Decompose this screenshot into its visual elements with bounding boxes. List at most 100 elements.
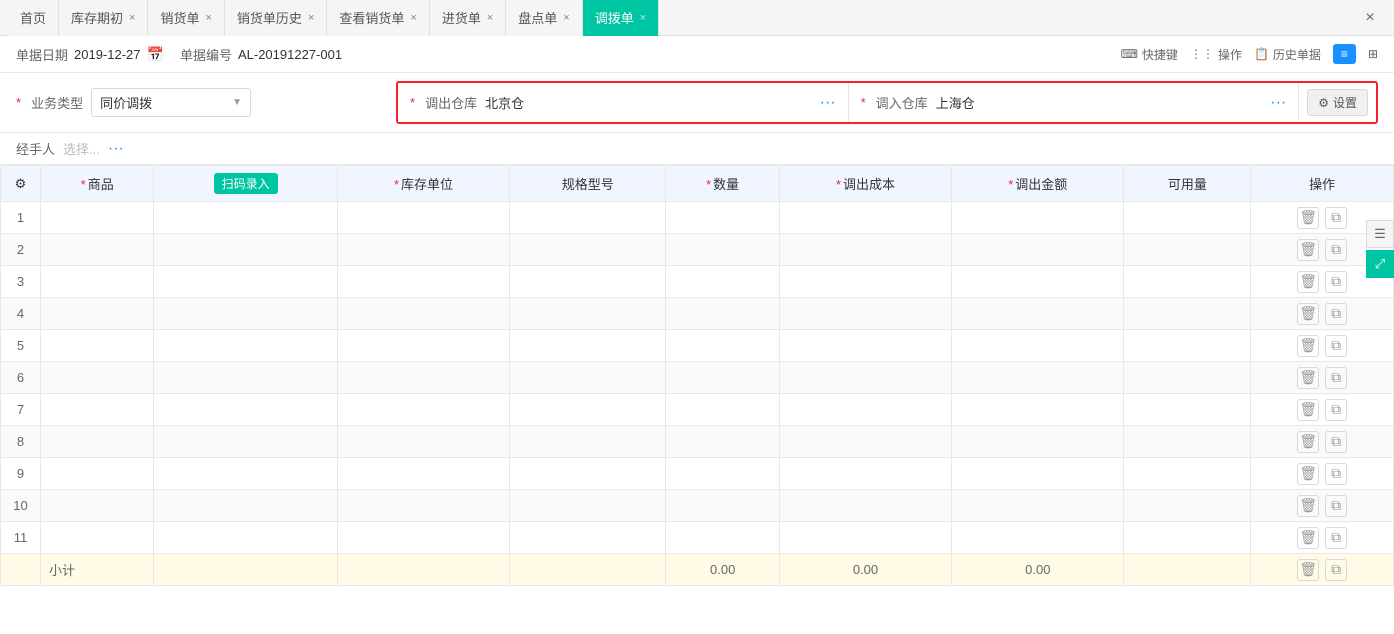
copy-icon-9[interactable]: ⧉ <box>1325 463 1347 485</box>
tab-sales-history-close[interactable]: × <box>308 12 314 24</box>
row-cost-2[interactable] <box>779 234 951 266</box>
table-container[interactable]: ⚙ 商品 扫码录入 库存单位 规格型号 数量 调出成本 调出金额 可用量 操作 … <box>0 165 1394 634</box>
tab-sales-order-close[interactable]: × <box>205 12 211 24</box>
delete-icon-3[interactable]: 🗑 <box>1297 271 1319 293</box>
row-amount-10[interactable] <box>952 490 1124 522</box>
delete-icon-7[interactable]: 🗑 <box>1297 399 1319 421</box>
row-cost-11[interactable] <box>779 522 951 554</box>
tab-purchase-order-close[interactable]: × <box>487 12 493 24</box>
warehouse-in-more-button[interactable]: ··· <box>1270 94 1286 112</box>
person-select[interactable]: 选择... <box>63 139 100 158</box>
row-quantity-2[interactable] <box>666 234 779 266</box>
row-quantity-3[interactable] <box>666 266 779 298</box>
tab-transfer-order-close[interactable]: × <box>640 12 646 24</box>
row-amount-6[interactable] <box>952 362 1124 394</box>
row-unit-1[interactable] <box>337 202 509 234</box>
row-product-1[interactable] <box>41 202 154 234</box>
row-cost-4[interactable] <box>779 298 951 330</box>
tab-inventory-init[interactable]: 库存期初 × <box>59 0 148 36</box>
row-unit-5[interactable] <box>337 330 509 362</box>
row-quantity-11[interactable] <box>666 522 779 554</box>
row-quantity-8[interactable] <box>666 426 779 458</box>
col-settings[interactable]: ⚙ <box>1 166 41 202</box>
tab-view-sales-close[interactable]: × <box>410 12 416 24</box>
row-amount-11[interactable] <box>952 522 1124 554</box>
copy-icon-8[interactable]: ⧉ <box>1325 431 1347 453</box>
row-unit-2[interactable] <box>337 234 509 266</box>
row-unit-4[interactable] <box>337 298 509 330</box>
row-amount-4[interactable] <box>952 298 1124 330</box>
row-spec-6[interactable] <box>510 362 666 394</box>
row-amount-9[interactable] <box>952 458 1124 490</box>
shortcut-button[interactable]: ⌨ 快捷键 <box>1121 46 1178 63</box>
copy-icon-7[interactable]: ⧉ <box>1325 399 1347 421</box>
row-spec-9[interactable] <box>510 458 666 490</box>
row-cost-6[interactable] <box>779 362 951 394</box>
row-spec-1[interactable] <box>510 202 666 234</box>
row-quantity-7[interactable] <box>666 394 779 426</box>
copy-icon-4[interactable]: ⧉ <box>1325 303 1347 325</box>
row-product-2[interactable] <box>41 234 154 266</box>
delete-icon-6[interactable]: 🗑 <box>1297 367 1319 389</box>
row-quantity-9[interactable] <box>666 458 779 490</box>
row-unit-11[interactable] <box>337 522 509 554</box>
row-cost-8[interactable] <box>779 426 951 458</box>
tab-inventory-init-close[interactable]: × <box>129 12 135 24</box>
grid-button[interactable]: ⊞ <box>1368 47 1378 61</box>
delete-icon-10[interactable]: 🗑 <box>1297 495 1319 517</box>
history-button[interactable]: 📋 历史单据 <box>1254 46 1321 63</box>
business-type-select[interactable]: 同价调拨 ▼ <box>91 88 251 117</box>
row-product-6[interactable] <box>41 362 154 394</box>
row-amount-8[interactable] <box>952 426 1124 458</box>
copy-icon-6[interactable]: ⧉ <box>1325 367 1347 389</box>
row-cost-5[interactable] <box>779 330 951 362</box>
tab-inventory-check-close[interactable]: × <box>563 12 569 24</box>
copy-icon-5[interactable]: ⧉ <box>1325 335 1347 357</box>
delete-icon-4[interactable]: 🗑 <box>1297 303 1319 325</box>
row-unit-9[interactable] <box>337 458 509 490</box>
settings-gear-button[interactable]: ⚙ 设置 <box>1307 89 1368 116</box>
copy-icon-2[interactable]: ⧉ <box>1325 239 1347 261</box>
delete-icon-11[interactable]: 🗑 <box>1297 527 1319 549</box>
tab-view-sales[interactable]: 查看销货单 × <box>327 0 429 36</box>
tab-inventory-check[interactable]: 盘点单 × <box>506 0 582 36</box>
row-product-7[interactable] <box>41 394 154 426</box>
row-amount-7[interactable] <box>952 394 1124 426</box>
tab-purchase-order[interactable]: 进货单 × <box>430 0 506 36</box>
row-quantity-10[interactable] <box>666 490 779 522</box>
delete-icon-5[interactable]: 🗑 <box>1297 335 1319 357</box>
copy-icon-10[interactable]: ⧉ <box>1325 495 1347 517</box>
delete-icon-2[interactable]: 🗑 <box>1297 239 1319 261</box>
row-product-11[interactable] <box>41 522 154 554</box>
subtotal-copy-icon[interactable]: ⧉ <box>1325 559 1347 581</box>
row-spec-3[interactable] <box>510 266 666 298</box>
tab-home[interactable]: 首页 <box>8 0 59 36</box>
operation-button[interactable]: ⋮⋮ 操作 <box>1190 46 1242 63</box>
row-quantity-4[interactable] <box>666 298 779 330</box>
row-unit-8[interactable] <box>337 426 509 458</box>
row-cost-9[interactable] <box>779 458 951 490</box>
window-close-button[interactable]: × <box>1354 0 1386 36</box>
tab-sales-order[interactable]: 销货单 × <box>148 0 224 36</box>
row-spec-10[interactable] <box>510 490 666 522</box>
row-cost-1[interactable] <box>779 202 951 234</box>
delete-icon-1[interactable]: 🗑 <box>1297 207 1319 229</box>
row-amount-1[interactable] <box>952 202 1124 234</box>
row-amount-2[interactable] <box>952 234 1124 266</box>
sidebar-expand-button[interactable]: ⤢ <box>1366 250 1394 278</box>
row-product-10[interactable] <box>41 490 154 522</box>
table-gear-icon[interactable]: ⚙ <box>15 176 27 191</box>
row-quantity-5[interactable] <box>666 330 779 362</box>
warehouse-out-more-button[interactable]: ··· <box>820 94 836 112</box>
row-spec-8[interactable] <box>510 426 666 458</box>
copy-icon-3[interactable]: ⧉ <box>1325 271 1347 293</box>
row-spec-2[interactable] <box>510 234 666 266</box>
row-spec-5[interactable] <box>510 330 666 362</box>
row-quantity-6[interactable] <box>666 362 779 394</box>
row-unit-6[interactable] <box>337 362 509 394</box>
row-product-9[interactable] <box>41 458 154 490</box>
delete-icon-9[interactable]: 🗑 <box>1297 463 1319 485</box>
delete-icon-8[interactable]: 🗑 <box>1297 431 1319 453</box>
row-cost-7[interactable] <box>779 394 951 426</box>
row-spec-11[interactable] <box>510 522 666 554</box>
